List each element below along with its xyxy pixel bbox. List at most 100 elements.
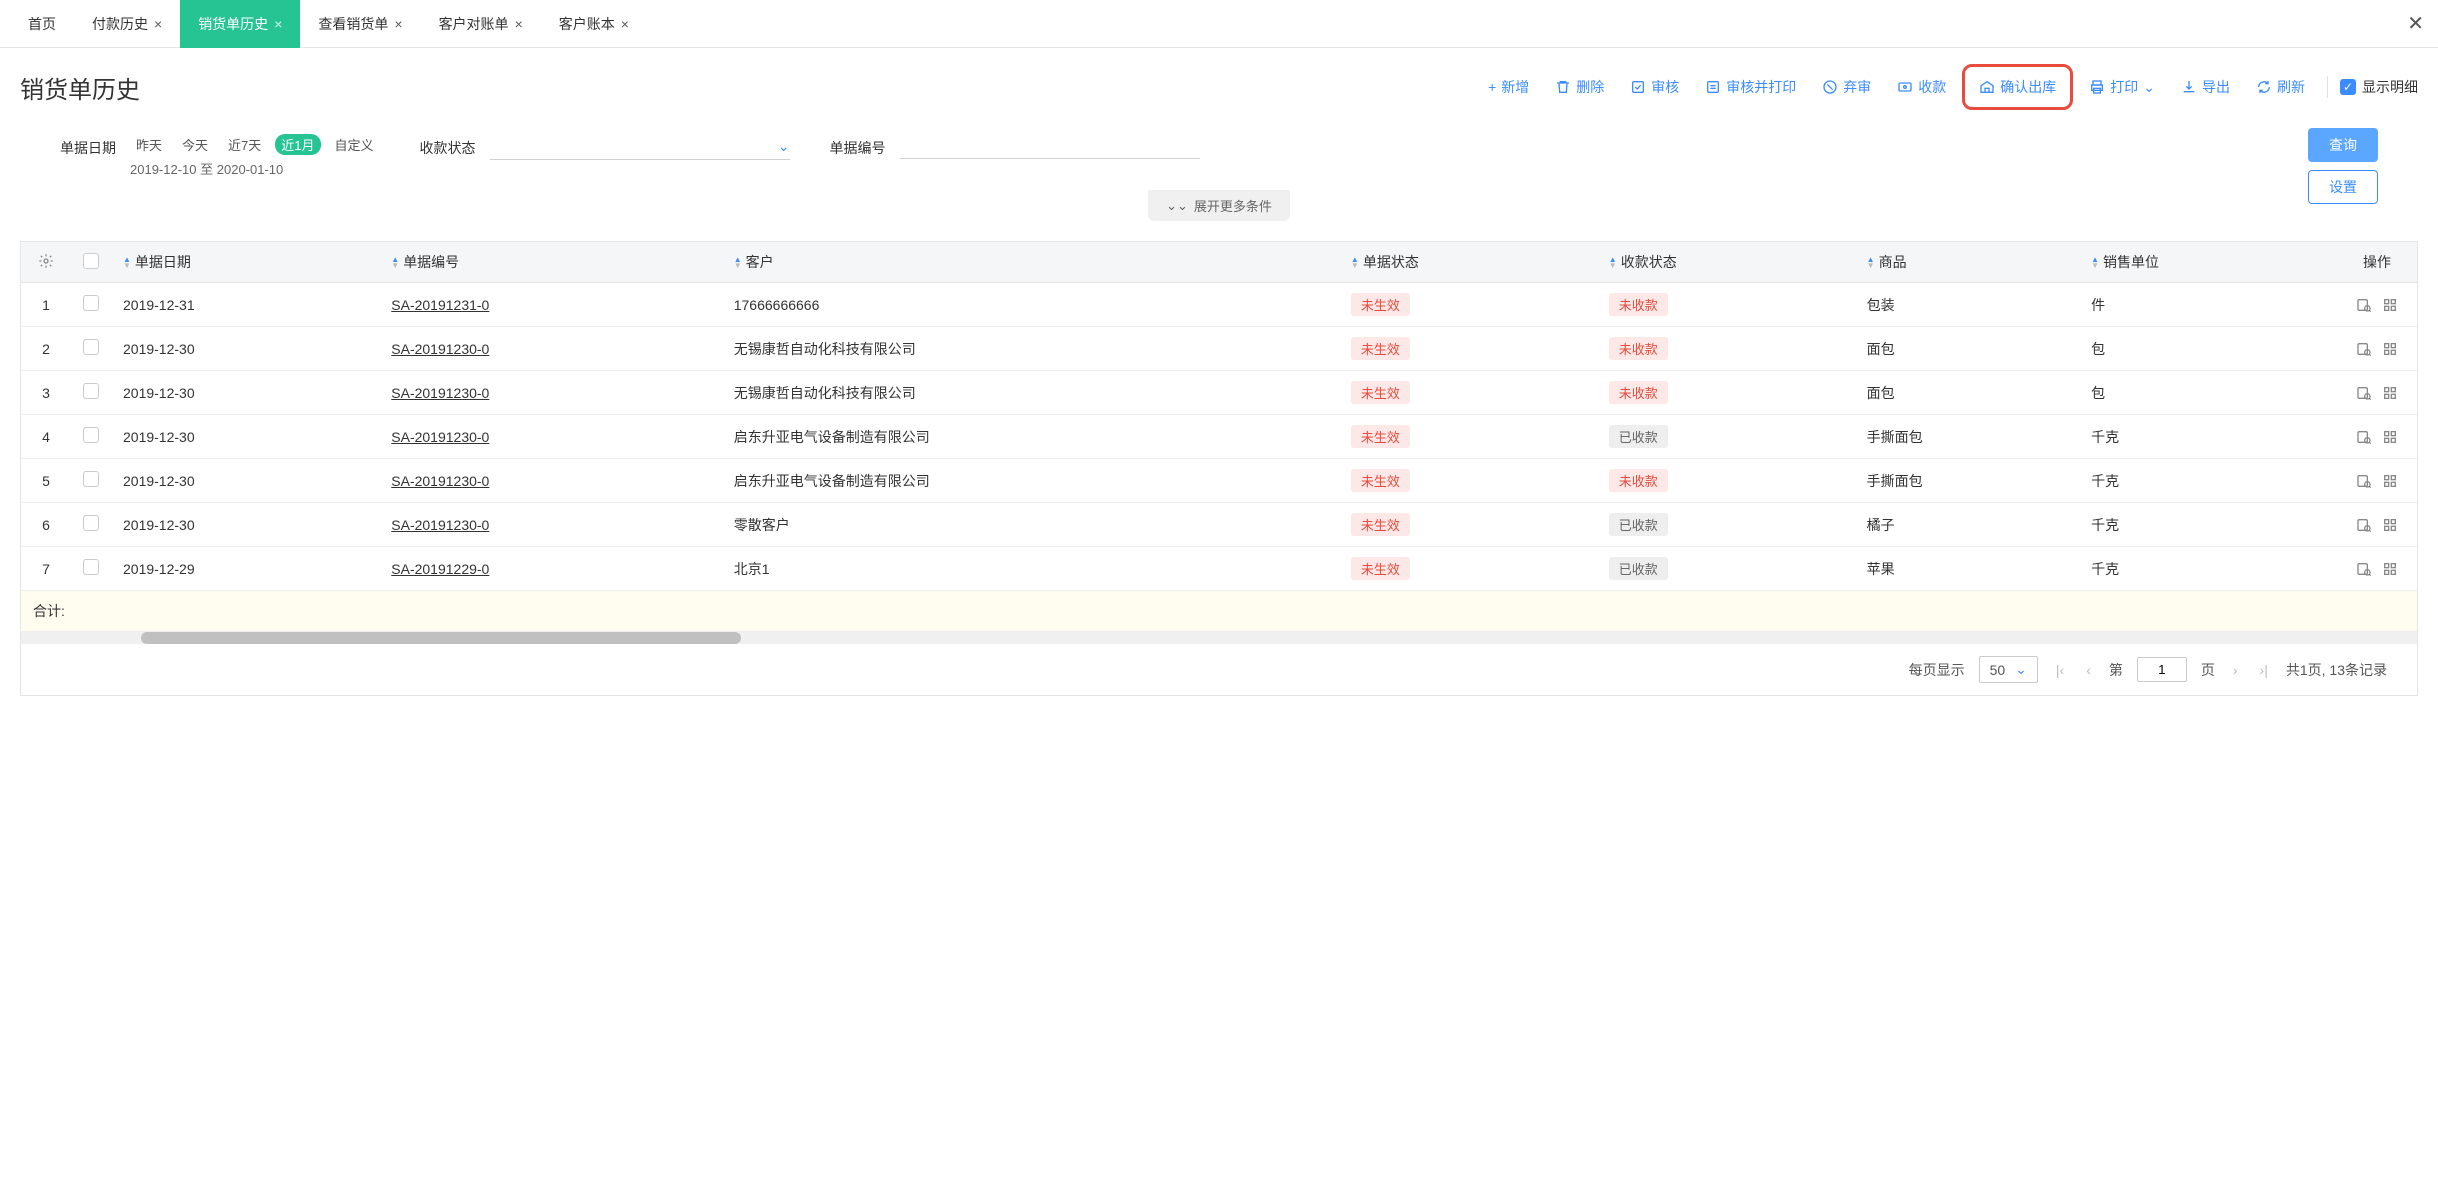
doc-no-link[interactable]: SA-20191230-0 <box>391 385 489 401</box>
doc-no-link[interactable]: SA-20191230-0 <box>391 429 489 445</box>
view-icon[interactable] <box>2356 297 2372 313</box>
table-row: 12019-12-31SA-20191231-017666666666未生效未收… <box>21 283 2417 327</box>
doc-no-input[interactable] <box>900 138 1200 154</box>
more-icon[interactable] <box>2382 561 2398 577</box>
delete-button[interactable]: 删除 <box>1545 71 1614 103</box>
pay-status-badge: 未收款 <box>1609 337 1668 360</box>
row-checkbox[interactable] <box>71 459 111 503</box>
tab-payment-history[interactable]: 付款历史× <box>74 0 180 48</box>
chevron-down-icon: ⌄ <box>778 138 790 155</box>
print-button[interactable]: 打印⌄ <box>2079 71 2165 103</box>
more-icon[interactable] <box>2382 429 2398 445</box>
receipt-button[interactable]: 收款 <box>1887 71 1956 103</box>
row-checkbox[interactable] <box>71 371 111 415</box>
more-icon[interactable] <box>2382 473 2398 489</box>
close-icon[interactable]: × <box>515 16 523 32</box>
tab-customer-ledger[interactable]: 客户账本× <box>541 0 647 48</box>
row-checkbox[interactable] <box>71 415 111 459</box>
settings-button[interactable]: 设置 <box>2308 170 2378 204</box>
horizontal-scrollbar[interactable] <box>21 632 2417 644</box>
date-quick-today[interactable]: 今天 <box>176 134 214 155</box>
tab-customer-statement[interactable]: 客户对账单× <box>421 0 541 48</box>
refresh-button[interactable]: 刷新 <box>2246 71 2315 103</box>
pager-first[interactable]: |‹ <box>2052 662 2068 678</box>
col-check-all[interactable] <box>71 242 111 283</box>
col-ops: 操作 <box>2337 242 2417 283</box>
show-detail-toggle[interactable]: 显示明细 <box>2340 77 2418 97</box>
export-button[interactable]: 导出 <box>2171 71 2240 103</box>
table-row: 62019-12-30SA-20191230-0零散客户未生效已收款橘子千克 <box>21 503 2417 547</box>
view-icon[interactable] <box>2356 429 2372 445</box>
close-icon[interactable]: × <box>154 16 162 32</box>
tab-sales-history[interactable]: 销货单历史× <box>180 0 300 48</box>
col-settings[interactable] <box>21 242 71 283</box>
plus-icon: + <box>1488 79 1496 95</box>
date-quick-yesterday[interactable]: 昨天 <box>130 134 168 155</box>
col-product[interactable]: ▲▼商品 <box>1855 242 2079 283</box>
close-icon[interactable]: × <box>274 16 282 32</box>
col-doc-no[interactable]: ▲▼单据编号 <box>379 242 721 283</box>
chevron-down-icon: ⌄ <box>2143 79 2155 96</box>
view-icon[interactable] <box>2356 473 2372 489</box>
date-range[interactable]: 2019-12-10 至 2020-01-10 <box>130 159 380 178</box>
col-unit[interactable]: ▲▼销售单位 <box>2079 242 2337 283</box>
view-icon[interactable] <box>2356 385 2372 401</box>
close-all-icon[interactable]: ✕ <box>2407 11 2424 36</box>
more-icon[interactable] <box>2382 385 2398 401</box>
pager-last[interactable]: ›| <box>2256 662 2272 678</box>
refresh-icon <box>2256 79 2272 95</box>
pager-next[interactable]: › <box>2229 662 2242 678</box>
audit-button[interactable]: 审核 <box>1620 71 1689 103</box>
row-checkbox[interactable] <box>71 547 111 591</box>
add-button[interactable]: +新增 <box>1478 71 1539 103</box>
pager-prev[interactable]: ‹ <box>2082 662 2095 678</box>
pay-status-badge: 已收款 <box>1609 557 1668 580</box>
more-icon[interactable] <box>2382 517 2398 533</box>
expand-filters[interactable]: ⌄⌄ 展开更多条件 <box>1148 190 1290 221</box>
page-input[interactable] <box>2137 657 2187 682</box>
col-doc-status[interactable]: ▲▼单据状态 <box>1339 242 1597 283</box>
doc-no-input-wrap[interactable] <box>900 134 1200 159</box>
date-quick-custom[interactable]: 自定义 <box>329 134 380 155</box>
doc-status-badge: 未生效 <box>1351 513 1410 536</box>
unaudit-button[interactable]: 弃审 <box>1812 71 1881 103</box>
col-pay-status[interactable]: ▲▼收款状态 <box>1597 242 1855 283</box>
per-page-select[interactable]: 50⌄ <box>1979 656 2038 683</box>
doc-no-link[interactable]: SA-20191230-0 <box>391 341 489 357</box>
doc-status-badge: 未生效 <box>1351 293 1410 316</box>
table-row: 52019-12-30SA-20191230-0启东升亚电气设备制造有限公司未生… <box>21 459 2417 503</box>
view-icon[interactable] <box>2356 517 2372 533</box>
doc-no-link[interactable]: SA-20191230-0 <box>391 473 489 489</box>
doc-no-link[interactable]: SA-20191231-0 <box>391 297 489 313</box>
confirm-outbound-button[interactable]: 确认出库 <box>1962 64 2073 110</box>
pay-status-badge: 未收款 <box>1609 469 1668 492</box>
query-button[interactable]: 查询 <box>2308 128 2378 162</box>
doc-no-link[interactable]: SA-20191229-0 <box>391 561 489 577</box>
col-date[interactable]: ▲▼单据日期 <box>111 242 379 283</box>
close-icon[interactable]: × <box>621 16 629 32</box>
more-icon[interactable] <box>2382 297 2398 313</box>
col-customer[interactable]: ▲▼客户 <box>722 242 1339 283</box>
view-icon[interactable] <box>2356 341 2372 357</box>
row-checkbox[interactable] <box>71 503 111 547</box>
printer-icon <box>2089 79 2105 95</box>
more-icon[interactable] <box>2382 341 2398 357</box>
audit-print-button[interactable]: 审核并打印 <box>1695 71 1806 103</box>
view-icon[interactable] <box>2356 561 2372 577</box>
pay-status-input[interactable] <box>490 139 778 155</box>
page-title: 销货单历史 <box>20 70 140 105</box>
tabs-bar: 首页 付款历史× 销货单历史× 查看销货单× 客户对账单× 客户账本× ✕ <box>0 0 2438 48</box>
doc-no-link[interactable]: SA-20191230-0 <box>391 517 489 533</box>
close-icon[interactable]: × <box>394 16 402 32</box>
date-quick-week[interactable]: 近7天 <box>222 134 267 155</box>
pay-status-select[interactable]: ⌄ <box>490 134 790 160</box>
doc-status-badge: 未生效 <box>1351 557 1410 580</box>
stamp-icon <box>1630 79 1646 95</box>
row-checkbox[interactable] <box>71 327 111 371</box>
doc-status-badge: 未生效 <box>1351 469 1410 492</box>
tab-home[interactable]: 首页 <box>10 0 74 48</box>
row-checkbox[interactable] <box>71 283 111 327</box>
date-quick-month[interactable]: 近1月 <box>275 134 320 155</box>
filter-pay-status: 收款状态 ⌄ <box>420 134 790 160</box>
tab-view-sales[interactable]: 查看销货单× <box>300 0 420 48</box>
